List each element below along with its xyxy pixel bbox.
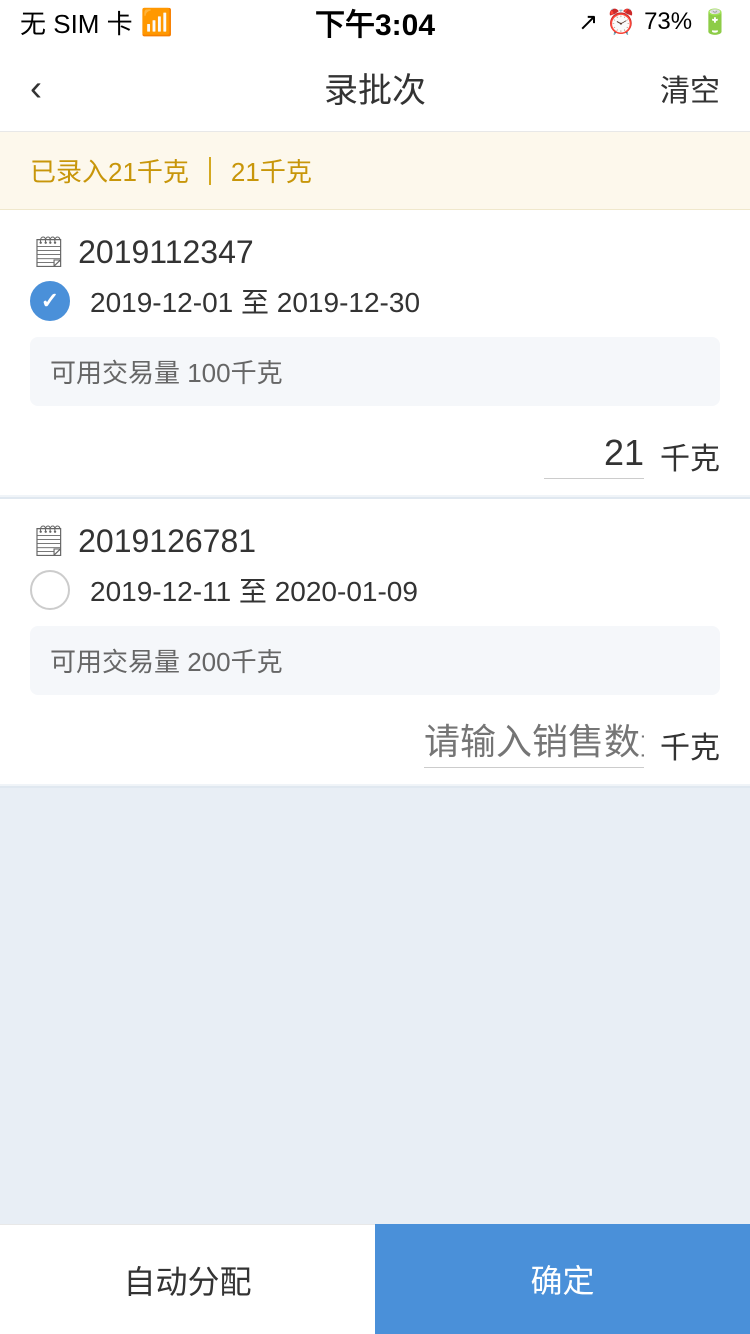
batch-1-avail: 可用交易量 100千克 [30, 337, 720, 406]
banner-divider [209, 157, 211, 185]
batch-1-date-row[interactable]: 2019-12-01 至 2019-12-30 [0, 281, 750, 337]
auto-distribute-label: 自动分配 [123, 1257, 251, 1303]
recorded-amount-value: 21千克 [231, 152, 312, 189]
info-banner: 已录入21千克 21千克 [0, 132, 750, 210]
carrier-text: 无 SIM 卡 [20, 4, 133, 41]
recorded-amount-label: 已录入21千克 [30, 152, 189, 189]
bottom-bar: 自动分配 确定 [0, 1224, 750, 1334]
batch-1-quantity-row: 千克 [0, 422, 750, 495]
batch-1-unit: 千克 [660, 434, 720, 478]
alarm-icon: ⏰ [606, 8, 636, 37]
batch-2-unit: 千克 [660, 723, 720, 767]
auto-distribute-button[interactable]: 自动分配 [0, 1224, 375, 1334]
batch-1-icon: 🗒 [30, 235, 68, 270]
batch-1-date: 2019-12-01 至 2019-12-30 [90, 281, 420, 321]
page-title: 录批次 [324, 63, 426, 112]
batch-2-icon: 🗒 [30, 524, 68, 559]
confirm-button[interactable]: 确定 [375, 1224, 750, 1334]
batch-card-2: 🗒 2019126781 2019-12-11 至 2020-01-09 可用交… [0, 499, 750, 784]
battery-text: 73% [644, 8, 692, 36]
confirm-label: 确定 [530, 1256, 594, 1302]
back-button[interactable]: ‹ [30, 67, 90, 109]
status-right: ↗ ⏰ 73% 🔋 [578, 8, 730, 37]
batch-2-checkbox[interactable] [30, 570, 70, 610]
batch-1-header: 🗒 2019112347 [0, 210, 750, 281]
location-icon: ↗ [578, 8, 598, 37]
batch-2-quantity-input[interactable] [424, 721, 644, 763]
batch-2-quantity-row: 千克 [0, 711, 750, 784]
batch-1-quantity-underline [544, 432, 644, 479]
status-bar: 无 SIM 卡 📶 下午3:04 ↗ ⏰ 73% 🔋 [0, 0, 750, 44]
batch-2-quantity-underline [424, 721, 644, 768]
batch-2-date: 2019-12-11 至 2020-01-09 [90, 570, 418, 610]
batch-2-date-row[interactable]: 2019-12-11 至 2020-01-09 [0, 570, 750, 626]
batch-1-quantity-input[interactable] [544, 432, 644, 474]
clear-button[interactable]: 清空 [660, 66, 720, 110]
batch-1-checkbox[interactable] [30, 281, 70, 321]
main-content: 已录入21千克 21千克 🗒 2019112347 2019-12-01 至 2… [0, 132, 750, 1224]
batch-1-id: 2019112347 [78, 234, 254, 271]
batch-2-header: 🗒 2019126781 [0, 499, 750, 570]
batch-card-1: 🗒 2019112347 2019-12-01 至 2019-12-30 可用交… [0, 210, 750, 495]
status-time: 下午3:04 [315, 0, 435, 44]
empty-area [0, 788, 750, 1224]
wifi-icon: 📶 [141, 7, 173, 38]
batch-2-id: 2019126781 [78, 523, 256, 560]
nav-bar: ‹ 录批次 清空 [0, 44, 750, 132]
batch-2-avail: 可用交易量 200千克 [30, 626, 720, 695]
status-carrier: 无 SIM 卡 📶 [20, 4, 173, 41]
battery-icon: 🔋 [700, 8, 730, 37]
